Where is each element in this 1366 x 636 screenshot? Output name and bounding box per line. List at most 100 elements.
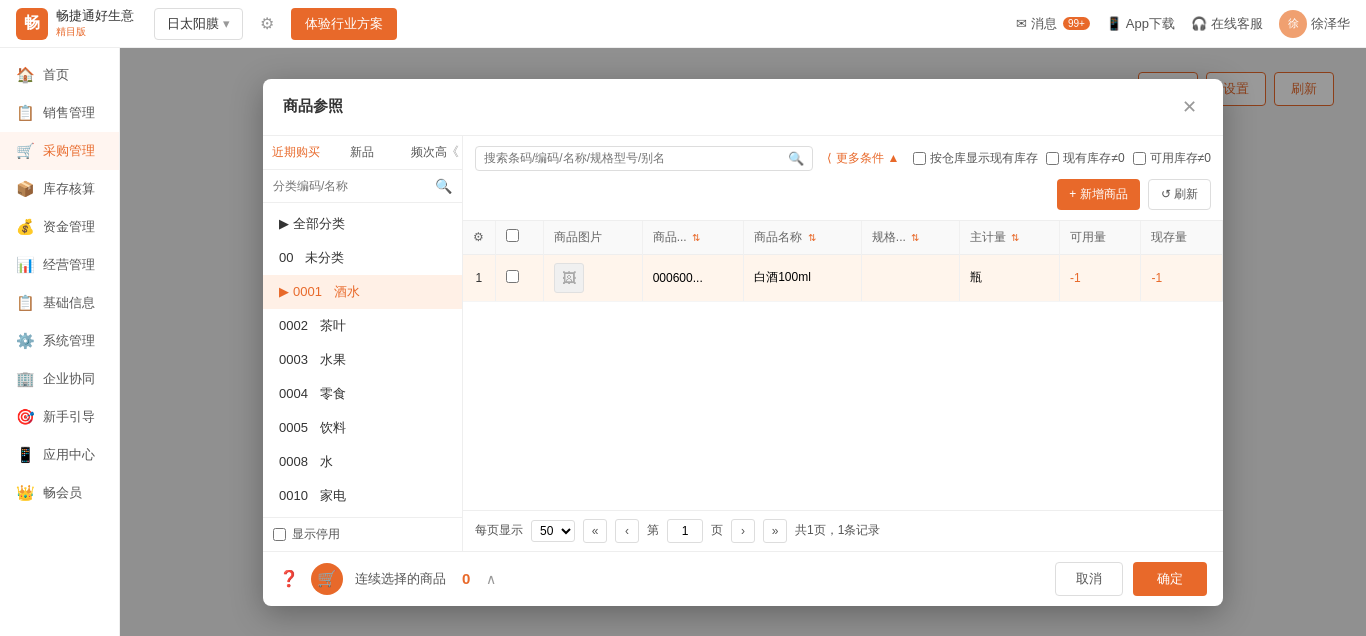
page-size-select[interactable]: 50 — [531, 520, 575, 542]
pagination-bar: 每页显示 50 « ‹ 第 页 › » 共1页，1条记录 — [463, 510, 1223, 551]
sidebar-item-home[interactable]: 🏠 首页 — [0, 56, 119, 94]
checkbox-available-stock[interactable]: 可用库存≠0 — [1133, 150, 1211, 167]
add-product-button[interactable]: + 新增商品 — [1057, 179, 1139, 210]
collapse-footer-icon[interactable]: ∧ — [486, 571, 496, 587]
product-thumbnail: 🖼 — [554, 263, 584, 293]
cart-button[interactable]: 🛒 — [311, 563, 343, 595]
main-layout: 🏠 首页 📋 销售管理 🛒 采购管理 📦 库存核算 💰 资金管理 📊 经营管理 … — [0, 48, 1366, 636]
product-reference-modal: 商品参照 ✕ 近期购买 新品 频次高 《 — [263, 79, 1223, 606]
message-icon: ✉ — [1016, 16, 1027, 31]
category-item-0002[interactable]: 0002 茶叶 — [263, 309, 462, 343]
filter-button[interactable]: ⟨ 更多条件 ▲ — [821, 146, 906, 171]
sort-code-icon: ⇅ — [692, 232, 700, 243]
category-search-input[interactable] — [273, 179, 429, 193]
sidebar-item-guide[interactable]: 🎯 新手引导 — [0, 398, 119, 436]
row-checkbox[interactable] — [506, 270, 519, 283]
messages-button[interactable]: ✉ 消息 99+ — [1016, 15, 1090, 33]
avatar: 徐 — [1279, 10, 1307, 38]
category-item-0008[interactable]: 0008 水 — [263, 445, 462, 479]
col-checkbox — [495, 221, 544, 255]
sidebar-item-purchase[interactable]: 🛒 采购管理 — [0, 132, 119, 170]
chevron-down-icon: ▾ — [223, 16, 230, 31]
cancel-button[interactable]: 取消 — [1055, 562, 1123, 596]
page-number-input[interactable] — [667, 519, 703, 543]
page-suffix: 页 — [711, 522, 723, 539]
tab-new-products[interactable]: 新品 — [329, 136, 395, 169]
cell-spec — [861, 254, 959, 301]
next-page-button[interactable]: › — [731, 519, 755, 543]
toolbar-right: + 新增商品 ↺ 刷新 — [1057, 179, 1211, 210]
category-item-0004[interactable]: 0004 零食 — [263, 377, 462, 411]
help-icon[interactable]: ❓ — [279, 569, 299, 588]
category-item-0005[interactable]: 0005 饮料 — [263, 411, 462, 445]
nav-selector[interactable]: 日太阳膜 ▾ — [154, 8, 243, 40]
search-icon[interactable]: 🔍 — [788, 151, 804, 166]
display-disabled-label[interactable]: 显示停用 — [292, 526, 340, 543]
collapse-category-button[interactable]: 《 — [442, 142, 462, 162]
col-code[interactable]: 商品... ⇅ — [642, 221, 744, 255]
table-row[interactable]: 1 🖼 000600... 白酒100ml — [463, 254, 1223, 301]
product-table-wrap: ⚙ 商品图片 商品... ⇅ 商品名称 — [463, 221, 1223, 510]
checkbox-warehouse-stock[interactable]: 按仓库显示现有库存 — [913, 150, 1038, 167]
category-item-all[interactable]: ▶ 全部分类 — [263, 207, 462, 241]
category-search-icon[interactable]: 🔍 — [435, 178, 452, 194]
category-item-0003[interactable]: 0003 水果 — [263, 343, 462, 377]
refresh-button[interactable]: ↺ 刷新 — [1148, 179, 1211, 210]
sidebar-item-inventory[interactable]: 📦 库存核算 — [0, 170, 119, 208]
arrow-right-icon: ▶ — [279, 216, 289, 231]
cell-code: 000600... — [642, 254, 744, 301]
first-page-button[interactable]: « — [583, 519, 607, 543]
display-disabled-area: 显示停用 — [263, 517, 462, 551]
sidebar-item-system[interactable]: ⚙️ 系统管理 — [0, 322, 119, 360]
sidebar-item-finance[interactable]: 💰 资金管理 — [0, 208, 119, 246]
sidebar-item-enterprise[interactable]: 🏢 企业协同 — [0, 360, 119, 398]
selected-count: 0 — [462, 570, 470, 587]
product-panel: 🔍 ⟨ 更多条件 ▲ 按仓库显示现有库存 — [463, 136, 1223, 551]
col-name[interactable]: 商品名称 ⇅ — [744, 221, 862, 255]
user-profile[interactable]: 徐 徐泽华 — [1279, 10, 1350, 38]
sidebar-item-member[interactable]: 👑 畅会员 — [0, 474, 119, 512]
cell-name: 白酒100ml — [744, 254, 862, 301]
checkbox-current-stock[interactable]: 现有库存≠0 — [1046, 150, 1124, 167]
sidebar: 🏠 首页 📋 销售管理 🛒 采购管理 📦 库存核算 💰 资金管理 📊 经营管理 … — [0, 48, 120, 636]
col-settings[interactable]: ⚙ — [463, 221, 495, 255]
select-all-checkbox[interactable] — [506, 229, 519, 242]
category-panel: 近期购买 新品 频次高 《 🔍 ▶ 全部分类 — [263, 136, 463, 551]
confirm-button[interactable]: 确定 — [1133, 562, 1207, 596]
last-page-button[interactable]: » — [763, 519, 787, 543]
product-search-input[interactable] — [484, 151, 784, 165]
content-area: 查询 设置 刷新 商品参照 ✕ 近期购买 新品 — [120, 48, 1366, 636]
page-label: 第 — [647, 522, 659, 539]
top-nav: 畅 畅捷通好生意 精目版 日太阳膜 ▾ ⚙ 体验行业方案 ✉ 消息 99+ 📱 … — [0, 0, 1366, 48]
inventory-icon: 📦 — [16, 180, 35, 198]
category-item-0010[interactable]: 0010 家电 — [263, 479, 462, 513]
settings-icon[interactable]: ⚙ — [251, 8, 283, 40]
category-item-00[interactable]: 00 未分类 — [263, 241, 462, 275]
prev-page-button[interactable]: ‹ — [615, 519, 639, 543]
cell-available: -1 — [1060, 254, 1141, 301]
tab-recent-purchase[interactable]: 近期购买 — [263, 136, 329, 169]
system-icon: ⚙️ — [16, 332, 35, 350]
category-item-0001[interactable]: ▶ 0001 酒水 — [263, 275, 462, 309]
selected-label: 连续选择的商品 — [355, 570, 446, 588]
messages-badge: 99+ — [1063, 17, 1090, 30]
modal-close-button[interactable]: ✕ — [1175, 93, 1203, 121]
display-disabled-checkbox[interactable] — [273, 528, 286, 541]
sidebar-item-sales[interactable]: 📋 销售管理 — [0, 94, 119, 132]
sidebar-item-operations[interactable]: 📊 经营管理 — [0, 246, 119, 284]
online-service-button[interactable]: 🎧 在线客服 — [1191, 15, 1263, 33]
sidebar-item-basic[interactable]: 📋 基础信息 — [0, 284, 119, 322]
trial-button[interactable]: 体验行业方案 — [291, 8, 397, 40]
sidebar-item-apps[interactable]: 📱 应用中心 — [0, 436, 119, 474]
footer-actions: 取消 确定 — [1055, 562, 1207, 596]
cell-unit: 瓶 — [959, 254, 1060, 301]
table-header: ⚙ 商品图片 商品... ⇅ 商品名称 — [463, 221, 1223, 255]
app-download-button[interactable]: 📱 App下载 — [1106, 15, 1175, 33]
col-spec[interactable]: 规格... ⇅ — [861, 221, 959, 255]
modal-footer: ❓ 🛒 连续选择的商品 0 ∧ 取消 确定 — [263, 551, 1223, 606]
col-unit[interactable]: 主计量 ⇅ — [959, 221, 1060, 255]
table-body: 1 🖼 000600... 白酒100ml — [463, 254, 1223, 301]
modal-header: 商品参照 ✕ — [263, 79, 1223, 136]
logo-area: 畅 畅捷通好生意 精目版 — [16, 8, 134, 40]
col-image: 商品图片 — [544, 221, 643, 255]
